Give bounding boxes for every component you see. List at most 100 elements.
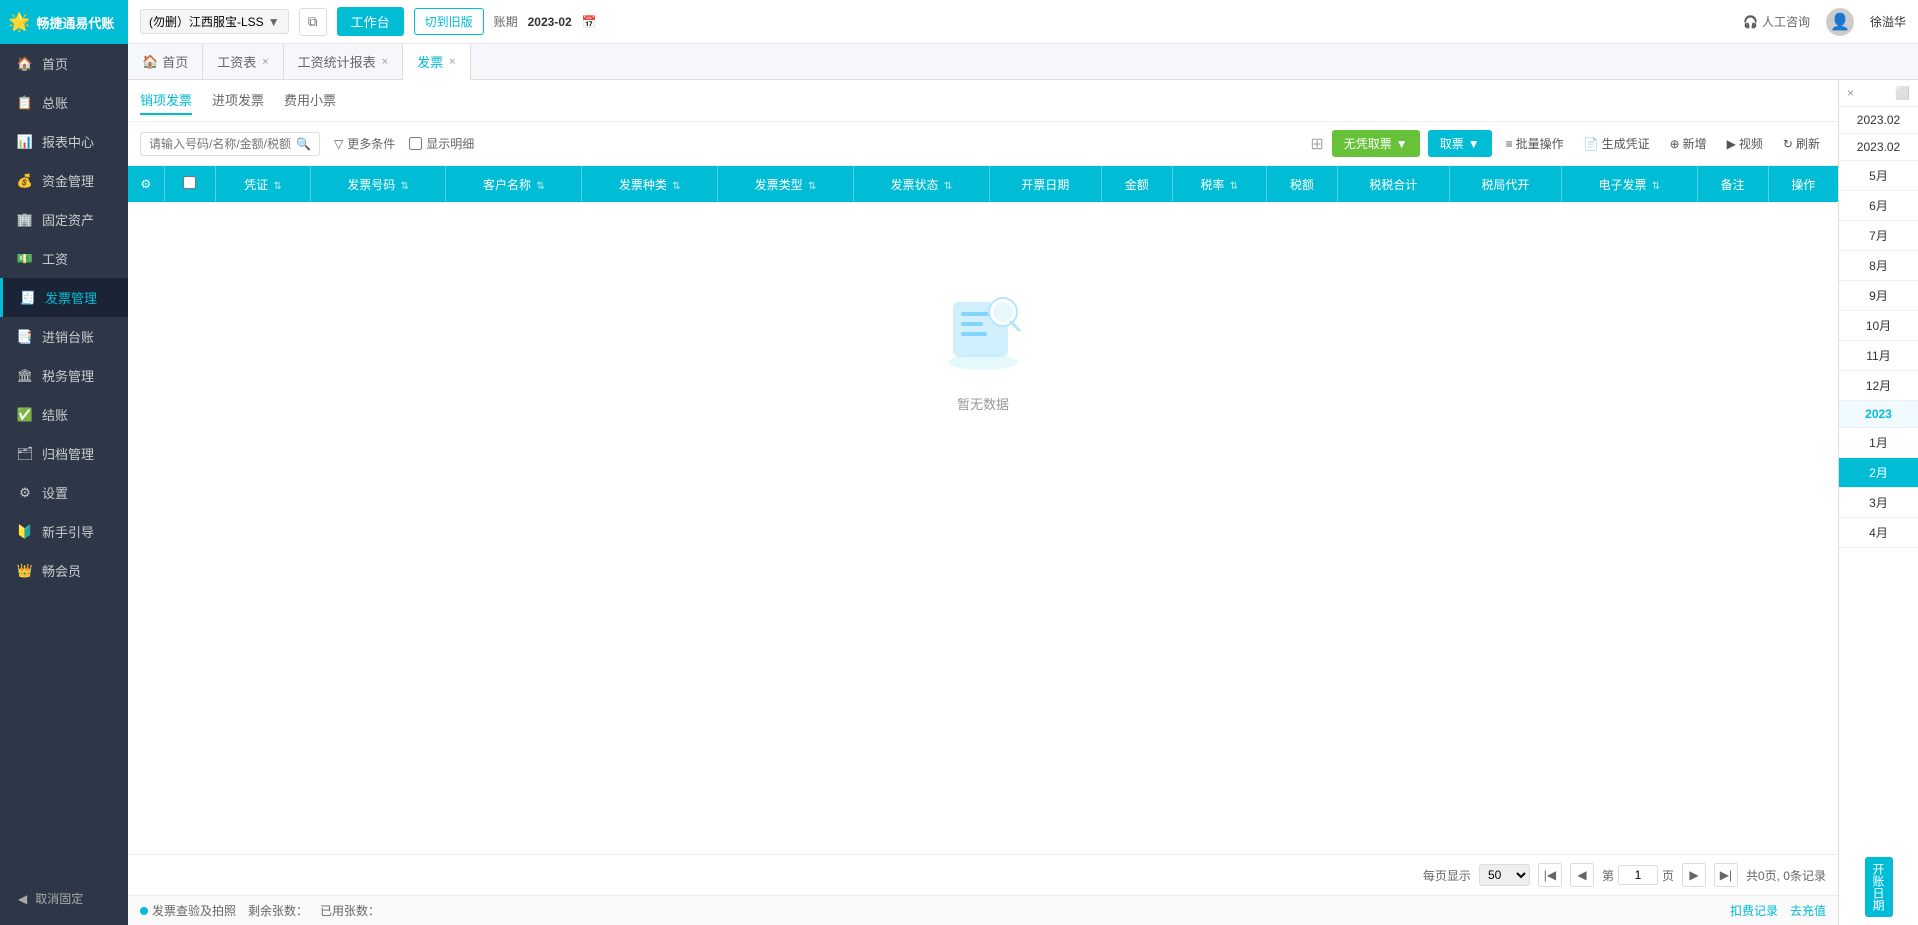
col-customer[interactable]: 客户名称 ⇅: [446, 166, 582, 202]
period-value: 2023-02: [528, 15, 572, 29]
period-item-12[interactable]: 12月: [1839, 371, 1918, 401]
batch-op-button[interactable]: ≡ 批量操作: [1500, 130, 1570, 157]
period-item-2[interactable]: 2月: [1839, 458, 1918, 488]
period-item-3[interactable]: 3月: [1839, 488, 1918, 518]
voucher-button[interactable]: 取票 ▼: [1428, 130, 1492, 157]
col-check[interactable]: [164, 166, 216, 202]
select-all-checkbox[interactable]: [183, 176, 196, 189]
col-tax[interactable]: 税额: [1267, 166, 1338, 202]
remaining-area: 剩余张数：: [248, 902, 308, 919]
open-period-button[interactable]: 开账日期: [1865, 857, 1893, 917]
sidebar-item-home[interactable]: 🏠 首页: [0, 44, 128, 83]
col-date[interactable]: 开票日期: [989, 166, 1101, 202]
sidebar-item-assets[interactable]: 🏢 固定资产: [0, 200, 128, 239]
sidebar-item-settings[interactable]: ⚙ 设置: [0, 473, 128, 512]
col-invoice-type[interactable]: 发票种类 ⇅: [582, 166, 718, 202]
period-item-7[interactable]: 7月: [1839, 221, 1918, 251]
total-label: 共0页, 0条记录: [1746, 867, 1826, 884]
prev-page-button[interactable]: ◀: [1570, 863, 1594, 887]
sub-tab-receipt[interactable]: 费用小票: [284, 86, 336, 115]
period-item-8[interactable]: 8月: [1839, 251, 1918, 281]
sidebar-item-finance[interactable]: 💰 资金管理: [0, 161, 128, 200]
col-e-invoice[interactable]: 电子发票 ⇅: [1561, 166, 1697, 202]
user-name[interactable]: 徐溢华: [1870, 13, 1906, 30]
close-panel-icon[interactable]: ×: [1847, 86, 1854, 100]
refresh-button[interactable]: ↻ 刷新: [1777, 130, 1826, 157]
sidebar-item-tax[interactable]: 🏛 税务管理: [0, 356, 128, 395]
sidebar-item-reports[interactable]: 📊 报表中心: [0, 122, 128, 161]
col-invoice-category[interactable]: 发票类型 ⇅: [718, 166, 854, 202]
sidebar-item-invoice[interactable]: 🧾 发票管理: [0, 278, 128, 317]
period-item-4[interactable]: 4月: [1839, 518, 1918, 548]
support-label: 人工咨询: [1762, 13, 1810, 30]
tab-salary-report-close[interactable]: ×: [382, 56, 388, 68]
search-icon[interactable]: 🔍: [296, 137, 311, 151]
col-voucher[interactable]: 凭证 ⇅: [216, 166, 310, 202]
col-total[interactable]: 税税合计: [1337, 166, 1449, 202]
right-panel-top: × ⬜: [1839, 80, 1918, 107]
period-item-9[interactable]: 9月: [1839, 281, 1918, 311]
video-button[interactable]: ▶ 视频: [1721, 130, 1769, 157]
sidebar-item-close[interactable]: ✅ 结账: [0, 395, 128, 434]
page-input[interactable]: [1618, 865, 1658, 885]
sub-tab-purchase[interactable]: 进项发票: [212, 86, 264, 115]
period-item-2023-02-header[interactable]: 2023.02: [1839, 107, 1918, 134]
period-item-11[interactable]: 11月: [1839, 341, 1918, 371]
sidebar-collapse-btn[interactable]: ◀ 取消固定: [10, 882, 118, 915]
check-label-area: 发票查验及拍照: [140, 902, 236, 919]
expand-icon[interactable]: ⬜: [1895, 86, 1910, 100]
data-table: ⚙ 凭证 ⇅ 发票号码 ⇅ 客户名称: [128, 166, 1838, 202]
first-page-button[interactable]: |◀: [1538, 863, 1562, 887]
col-invoice-no[interactable]: 发票号码 ⇅: [310, 166, 446, 202]
sub-tab-sales[interactable]: 销项发票: [140, 86, 192, 115]
sidebar-item-ledger[interactable]: 📋 总账: [0, 83, 128, 122]
sort-icon5: ⇅: [808, 181, 816, 192]
period-year-2023[interactable]: 2023: [1839, 401, 1918, 428]
last-page-button[interactable]: ▶|: [1714, 863, 1738, 887]
search-input[interactable]: [149, 137, 292, 151]
sidebar-item-guide[interactable]: 🔰 新手引导: [0, 512, 128, 551]
sidebar-item-salary[interactable]: 💵 工资: [0, 239, 128, 278]
col-settings[interactable]: ⚙: [128, 166, 164, 202]
tabs-bar: 🏠 首页 工资表 × 工资统计报表 × 发票 ×: [128, 44, 1918, 80]
purchase-sales-icon: 📑: [16, 328, 34, 346]
tab-salary[interactable]: 工资表 ×: [203, 44, 283, 80]
period-item-5[interactable]: 5月: [1839, 161, 1918, 191]
sidebar-item-purchase-sales[interactable]: 📑 进销台账: [0, 317, 128, 356]
switch-version-button[interactable]: 切到旧版: [414, 8, 484, 35]
period-item-6[interactable]: 6月: [1839, 191, 1918, 221]
col-amount[interactable]: 金额: [1101, 166, 1172, 202]
gen-voucher-button[interactable]: 📄 生成凭证: [1578, 130, 1656, 157]
copy-button[interactable]: ⧉: [299, 8, 327, 36]
no-voucher-button[interactable]: 无凭取票 ▼: [1332, 130, 1420, 157]
show-detail-input[interactable]: [409, 137, 422, 150]
recharge-link[interactable]: 去充值: [1790, 902, 1826, 919]
period-item-1[interactable]: 1月: [1839, 428, 1918, 458]
sidebar-item-member[interactable]: 👑 畅会员: [0, 551, 128, 590]
deduct-record-link[interactable]: 扣费记录: [1730, 902, 1778, 919]
col-invoice-status[interactable]: 发票状态 ⇅: [853, 166, 989, 202]
tab-home[interactable]: 🏠 首页: [128, 44, 203, 80]
tab-salary-close[interactable]: ×: [262, 56, 268, 68]
col-tax-rate[interactable]: 税率 ⇅: [1172, 166, 1266, 202]
company-selector[interactable]: (勿删）江西服宝-LSS ▼: [140, 9, 289, 34]
invoice-icon: 🧾: [19, 289, 37, 307]
grid-view-icon[interactable]: ⊞: [1310, 134, 1323, 154]
home-tab-icon: 🏠: [142, 54, 158, 70]
tab-invoice[interactable]: 发票 ×: [403, 44, 470, 80]
workbench-button[interactable]: 工作台: [337, 7, 404, 36]
filter-button[interactable]: ▽ 更多条件: [328, 131, 401, 156]
support-button[interactable]: 🎧 人工咨询: [1743, 13, 1810, 30]
sidebar-item-archive[interactable]: 🗂 归档管理: [0, 434, 128, 473]
period-item-2023-02[interactable]: 2023.02: [1839, 134, 1918, 161]
col-tax-bureau[interactable]: 税局代开: [1449, 166, 1561, 202]
tab-invoice-close[interactable]: ×: [449, 56, 455, 68]
col-remark[interactable]: 备注: [1697, 166, 1768, 202]
page-size-select[interactable]: 50 10 20 100: [1479, 864, 1530, 886]
search-box[interactable]: 🔍: [140, 132, 320, 156]
period-item-10[interactable]: 10月: [1839, 311, 1918, 341]
tab-salary-report[interactable]: 工资统计报表 ×: [284, 44, 403, 80]
show-detail-checkbox[interactable]: 显示明细: [409, 135, 474, 152]
new-button[interactable]: ⊕ 新增: [1664, 130, 1713, 157]
next-page-button[interactable]: ▶: [1682, 863, 1706, 887]
